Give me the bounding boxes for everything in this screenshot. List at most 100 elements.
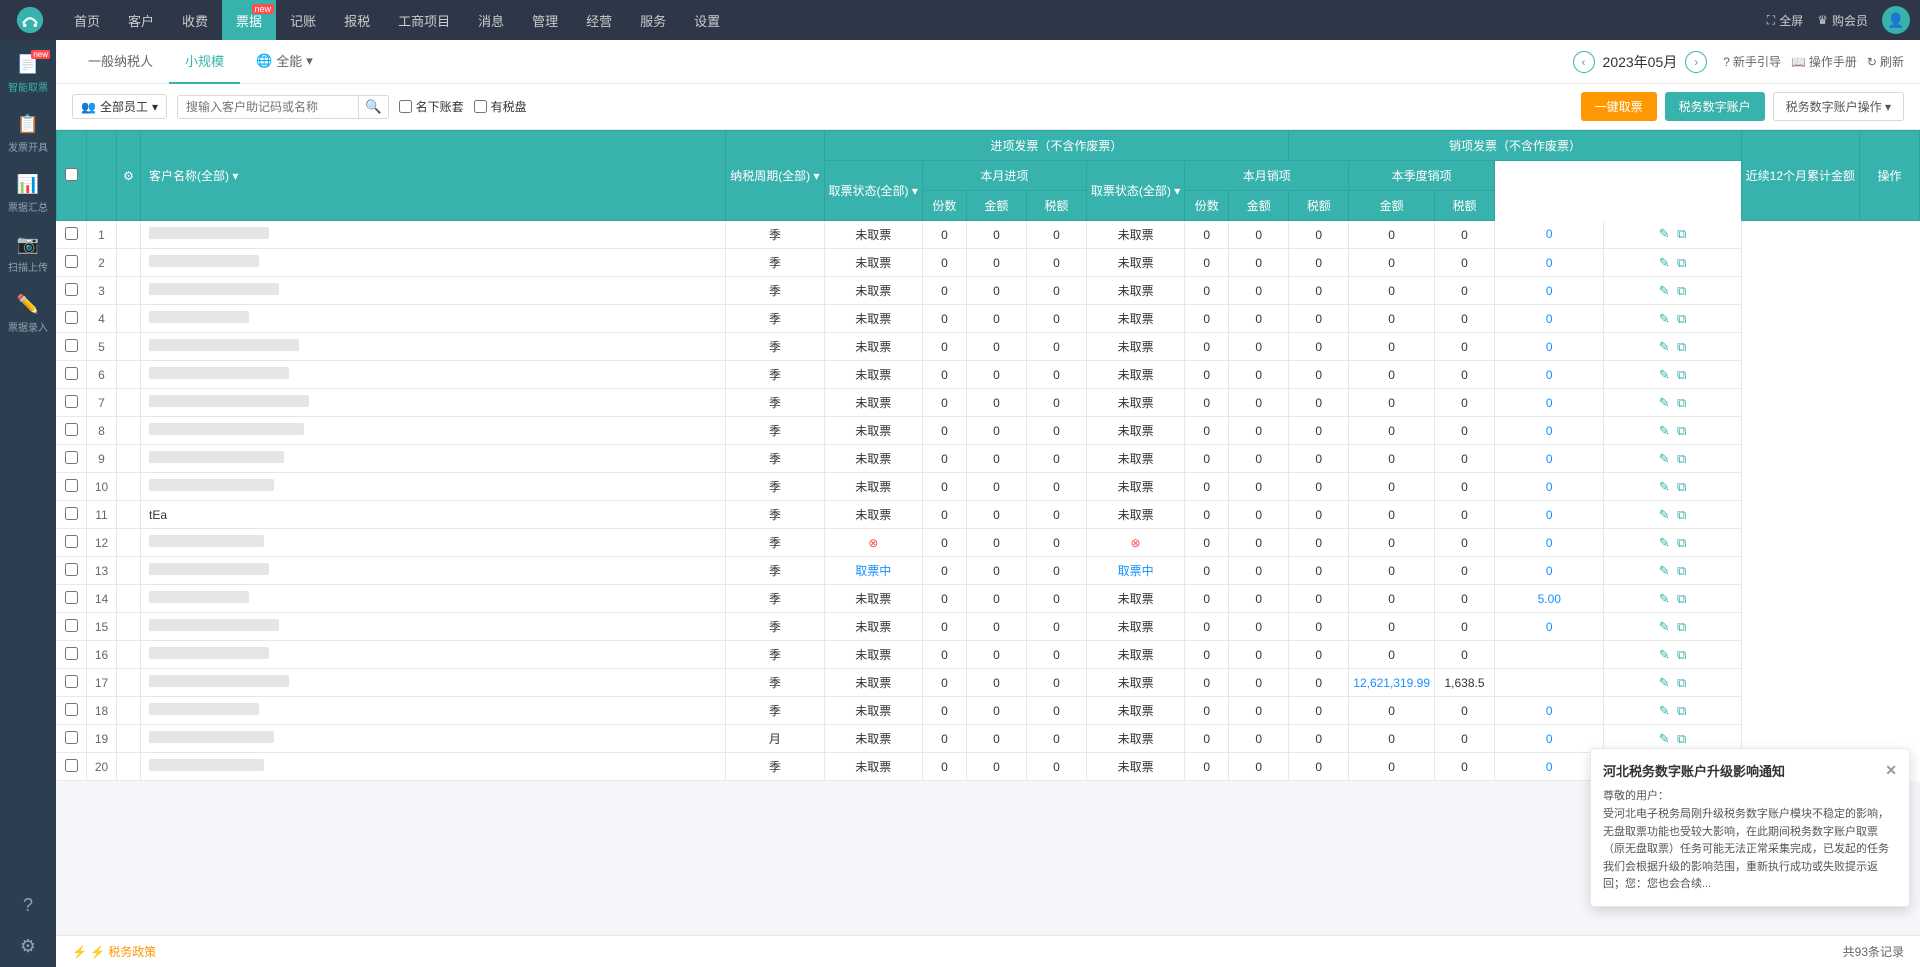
rolling12m-link[interactable]: 0 <box>1546 704 1553 718</box>
edit-icon[interactable]: ✎ <box>1659 507 1670 522</box>
copy-icon[interactable]: ⧉ <box>1677 591 1686 606</box>
row-checkbox[interactable] <box>65 283 78 296</box>
fullscreen-btn[interactable]: ⛶ 全屏 <box>1767 12 1803 29</box>
nav-customer[interactable]: 客户 <box>114 0 168 40</box>
header-tax-period[interactable]: 纳税周期(全部) ▾ <box>726 131 824 221</box>
row-checkbox[interactable] <box>65 227 78 240</box>
row-checkbox[interactable] <box>65 591 78 604</box>
rolling12m-link[interactable]: 0 <box>1546 368 1553 382</box>
refresh-link[interactable]: ↻ 刷新 <box>1867 53 1904 70</box>
next-month-btn[interactable]: › <box>1685 51 1707 73</box>
tax-policy-link[interactable]: ⚡ ⚡ 税务政策 <box>72 943 156 960</box>
rolling12m-link[interactable]: 5.00 <box>1538 592 1561 606</box>
rolling12m-link[interactable]: 0 <box>1546 340 1553 354</box>
rolling12m-link[interactable]: 0 <box>1546 536 1553 550</box>
edit-icon[interactable]: ✎ <box>1659 703 1670 718</box>
row-checkbox[interactable] <box>65 731 78 744</box>
sidebar-item-invoice-entry[interactable]: ✏️ 票据录入 <box>0 284 56 344</box>
credit-amount-link[interactable]: 12,621,319.99 <box>1353 676 1430 690</box>
has-tax-disk-checkbox[interactable]: 有税盘 <box>474 98 527 115</box>
sidebar-item-open-invoice[interactable]: 📋 发票开具 <box>0 104 56 164</box>
row-checkbox[interactable] <box>65 535 78 548</box>
copy-icon[interactable]: ⧉ <box>1677 479 1686 494</box>
row-checkbox-cell[interactable] <box>57 389 87 417</box>
row-checkbox[interactable] <box>65 619 78 632</box>
row-checkbox-cell[interactable] <box>57 529 87 557</box>
row-checkbox-cell[interactable] <box>57 277 87 305</box>
row-checkbox[interactable] <box>65 395 78 408</box>
sidebar-item-scan-upload[interactable]: 📷 扫描上传 <box>0 224 56 284</box>
edit-icon[interactable]: ✎ <box>1659 731 1670 746</box>
copy-icon[interactable]: ⧉ <box>1677 423 1686 438</box>
down-account-checkbox[interactable]: 名下账套 <box>399 98 464 115</box>
nav-ledger[interactable]: 记账 <box>276 0 330 40</box>
copy-icon[interactable]: ⧉ <box>1677 703 1686 718</box>
rolling12m-link[interactable]: 0 <box>1546 480 1553 494</box>
select-all-checkbox[interactable] <box>65 168 78 181</box>
copy-icon[interactable]: ⧉ <box>1677 647 1686 662</box>
rolling12m-link[interactable]: 0 <box>1546 508 1553 522</box>
row-checkbox[interactable] <box>65 647 78 660</box>
edit-icon[interactable]: ✎ <box>1659 479 1670 494</box>
row-checkbox-cell[interactable] <box>57 221 87 249</box>
rolling12m-link[interactable]: 0 <box>1546 452 1553 466</box>
copy-icon[interactable]: ⧉ <box>1677 283 1686 298</box>
rolling12m-link[interactable]: 0 <box>1546 424 1553 438</box>
row-checkbox-cell[interactable] <box>57 613 87 641</box>
edit-icon[interactable]: ✎ <box>1659 283 1670 298</box>
copy-icon[interactable]: ⧉ <box>1677 226 1686 241</box>
sidebar-item-help[interactable]: ? <box>0 885 56 926</box>
nav-invoice[interactable]: 票据 new <box>222 0 276 40</box>
tax-digital-ops-btn[interactable]: 税务数字账户操作 ▾ <box>1773 92 1904 121</box>
edit-icon[interactable]: ✎ <box>1659 226 1670 241</box>
row-checkbox-cell[interactable] <box>57 641 87 669</box>
row-checkbox[interactable] <box>65 759 78 772</box>
nav-income[interactable]: 收费 <box>168 0 222 40</box>
edit-icon[interactable]: ✎ <box>1659 339 1670 354</box>
row-checkbox[interactable] <box>65 451 78 464</box>
rolling12m-link[interactable]: 0 <box>1546 312 1553 326</box>
tab-all[interactable]: 🌐 全能 ▾ <box>240 40 329 84</box>
rolling12m-link[interactable]: 0 <box>1546 256 1553 270</box>
rolling12m-link[interactable]: 0 <box>1546 620 1553 634</box>
row-checkbox-cell[interactable] <box>57 445 87 473</box>
search-button[interactable]: 🔍 <box>358 96 388 118</box>
vip-btn[interactable]: ♛ 购会员 <box>1817 12 1868 29</box>
row-checkbox-cell[interactable] <box>57 725 87 753</box>
copy-icon[interactable]: ⧉ <box>1677 367 1686 382</box>
sidebar-item-invoice-summary[interactable]: 📊 票据汇总 <box>0 164 56 224</box>
rolling12m-link[interactable]: 0 <box>1546 760 1553 774</box>
edit-icon[interactable]: ✎ <box>1659 395 1670 410</box>
user-avatar[interactable]: 👤 <box>1882 6 1910 34</box>
rolling12m-link[interactable]: 0 <box>1546 564 1553 578</box>
has-tax-disk-check[interactable] <box>474 100 487 113</box>
notification-close-btn[interactable]: ✕ <box>1885 762 1897 779</box>
rolling12m-link[interactable]: 0 <box>1546 284 1553 298</box>
copy-icon[interactable]: ⧉ <box>1677 395 1686 410</box>
edit-icon[interactable]: ✎ <box>1659 451 1670 466</box>
nav-home[interactable]: 首页 <box>60 0 114 40</box>
rolling12m-link[interactable]: 0 <box>1546 227 1553 241</box>
copy-icon[interactable]: ⧉ <box>1677 451 1686 466</box>
row-checkbox-cell[interactable] <box>57 473 87 501</box>
down-account-check[interactable] <box>399 100 412 113</box>
edit-icon[interactable]: ✎ <box>1659 367 1670 382</box>
header-output-status[interactable]: 取票状态(全部) ▾ <box>1086 161 1184 221</box>
row-checkbox-cell[interactable] <box>57 557 87 585</box>
row-checkbox[interactable] <box>65 703 78 716</box>
copy-icon[interactable]: ⧉ <box>1677 339 1686 354</box>
row-checkbox-cell[interactable] <box>57 585 87 613</box>
copy-icon[interactable]: ⧉ <box>1677 563 1686 578</box>
copy-icon[interactable]: ⧉ <box>1677 535 1686 550</box>
row-checkbox[interactable] <box>65 479 78 492</box>
row-checkbox-cell[interactable] <box>57 753 87 781</box>
header-customer-name[interactable]: 客户名称(全部) ▾ <box>141 131 726 221</box>
copy-icon[interactable]: ⧉ <box>1677 731 1686 746</box>
edit-icon[interactable]: ✎ <box>1659 311 1670 326</box>
edit-icon[interactable]: ✎ <box>1659 675 1670 690</box>
copy-icon[interactable]: ⧉ <box>1677 507 1686 522</box>
rolling12m-link[interactable]: 0 <box>1546 732 1553 746</box>
row-checkbox[interactable] <box>65 367 78 380</box>
one-click-invoice-btn[interactable]: 一键取票 <box>1581 92 1657 121</box>
nav-settings[interactable]: 设置 <box>680 0 734 40</box>
